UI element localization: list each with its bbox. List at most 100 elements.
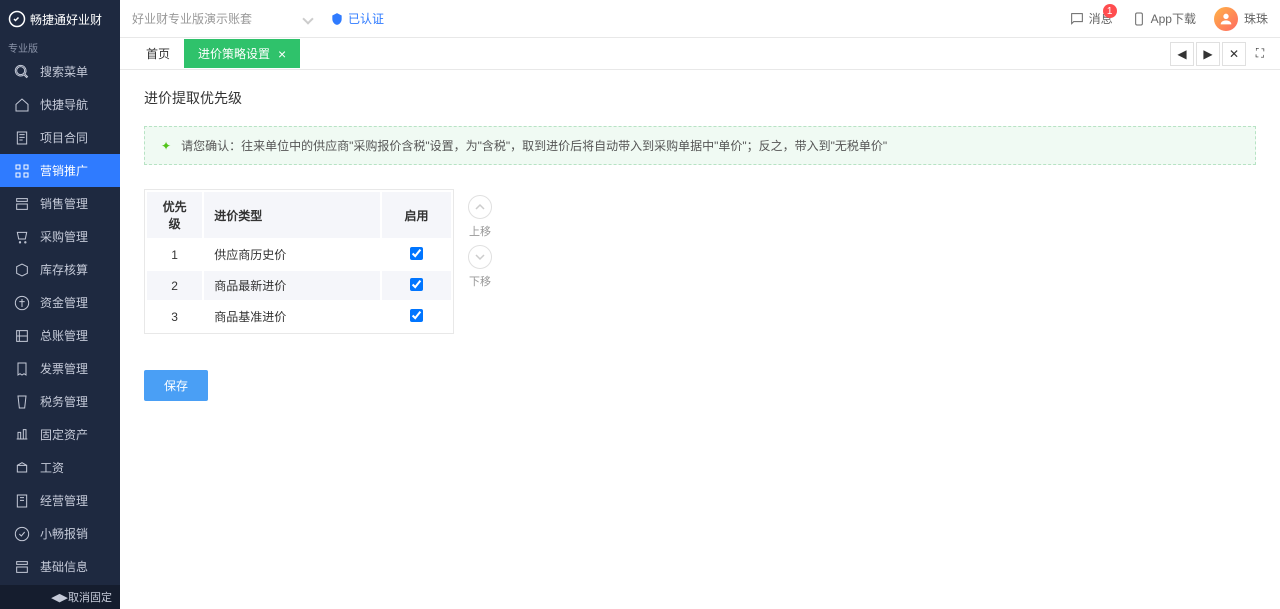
page-title: 进价提取优先级 [144, 88, 1256, 108]
sidebar-item-base[interactable]: 基础信息 [0, 550, 120, 583]
sidebar-item-assets[interactable]: 固定资产 [0, 418, 120, 451]
user-name: 珠珠 [1244, 10, 1268, 27]
tab-home[interactable]: 首页 [132, 39, 184, 68]
invoice-icon [14, 361, 30, 377]
sidebar: 畅捷通好业财 专业版 搜索菜单快捷导航项目合同营销推广销售管理采购管理库存核算资… [0, 0, 120, 609]
sales-icon [14, 196, 30, 212]
sidebar-item-invoice[interactable]: 发票管理 [0, 352, 120, 385]
table-row[interactable]: 2商品最新进价 [147, 271, 451, 300]
messages-button[interactable]: 消息 1 [1069, 10, 1113, 27]
shield-icon [330, 12, 344, 26]
logo-icon [8, 10, 26, 28]
sidebar-item-label: 快捷导航 [40, 96, 88, 113]
sidebar-item-search[interactable]: 搜索菜单 [0, 55, 120, 88]
pin-label: 取消固定 [68, 589, 112, 605]
enable-checkbox[interactable] [410, 247, 423, 260]
table-row[interactable]: 1供应商历史价 [147, 240, 451, 269]
alert-text: 请您确认：往来单位中的供应商"采购报价含税"设置，为"含税"，取到进价后将自动带… [181, 137, 887, 154]
org-selector-label: 好业财专业版演示账套 [132, 10, 252, 27]
contract-icon [14, 130, 30, 146]
cell-type: 供应商历史价 [204, 240, 380, 269]
tabs-bar: 首页 进价策略设置 × ◀ ▶ ✕ ⛶ [120, 38, 1280, 70]
funds-icon [14, 295, 30, 311]
sidebar-item-label: 销售管理 [40, 195, 88, 212]
verified-badge: 已认证 [330, 10, 384, 27]
sidebar-item-label: 基础信息 [40, 558, 88, 575]
marketing-icon [14, 163, 30, 179]
tab-active-label: 进价策略设置 [198, 45, 270, 62]
pin-icon: ◀▶ [51, 591, 68, 604]
avatar [1214, 7, 1238, 31]
table-row[interactable]: 3商品基准进价 [147, 302, 451, 331]
sidebar-item-label: 工资 [40, 459, 64, 476]
chevron-down-icon [475, 252, 485, 262]
sidebar-item-operations[interactable]: 经营管理 [0, 484, 120, 517]
col-priority: 优先级 [147, 192, 202, 238]
sidebar-item-reimburse[interactable]: 小畅报销 [0, 517, 120, 550]
sidebar-item-purchase[interactable]: 采购管理 [0, 220, 120, 253]
move-down-button[interactable] [468, 245, 492, 269]
tabs-close-button[interactable]: ✕ [1222, 42, 1246, 66]
sidebar-item-label: 资金管理 [40, 294, 88, 311]
sidebar-item-contract[interactable]: 项目合同 [0, 121, 120, 154]
enable-checkbox[interactable] [410, 309, 423, 322]
app-download-label: App下载 [1151, 10, 1196, 27]
ledger-icon [14, 328, 30, 344]
info-icon: ✦ [161, 139, 171, 153]
brand-logo: 畅捷通好业财 [0, 0, 120, 38]
sidebar-item-sales[interactable]: 销售管理 [0, 187, 120, 220]
sidebar-item-inventory[interactable]: 库存核算 [0, 253, 120, 286]
tabs-next-button[interactable]: ▶ [1196, 42, 1220, 66]
move-up-button[interactable] [468, 195, 492, 219]
inventory-icon [14, 262, 30, 278]
sidebar-item-funds[interactable]: 资金管理 [0, 286, 120, 319]
salary-icon [14, 460, 30, 476]
sidebar-item-home[interactable]: 快捷导航 [0, 88, 120, 121]
cell-enabled [382, 302, 451, 331]
sidebar-item-label: 固定资产 [40, 426, 88, 443]
purchase-icon [14, 229, 30, 245]
sidebar-item-label: 采购管理 [40, 228, 88, 245]
home-icon [14, 97, 30, 113]
col-type: 进价类型 [204, 192, 380, 238]
save-button[interactable]: 保存 [144, 370, 208, 401]
assets-icon [14, 427, 30, 443]
info-alert: ✦ 请您确认：往来单位中的供应商"采购报价含税"设置，为"含税"，取到进价后将自… [144, 126, 1256, 165]
pin-toggle[interactable]: ◀▶ 取消固定 [0, 585, 120, 609]
sidebar-item-tax[interactable]: 税务管理 [0, 385, 120, 418]
cell-enabled [382, 271, 451, 300]
sidebar-item-label: 库存核算 [40, 261, 88, 278]
tax-icon [14, 394, 30, 410]
sidebar-item-label: 小畅报销 [40, 525, 88, 542]
tabs-prev-button[interactable]: ◀ [1170, 42, 1194, 66]
cell-type: 商品基准进价 [204, 302, 380, 331]
cell-type: 商品最新进价 [204, 271, 380, 300]
tab-active[interactable]: 进价策略设置 × [184, 39, 300, 68]
org-selector[interactable]: 好业财专业版演示账套 [132, 10, 312, 27]
phone-icon [1131, 11, 1147, 27]
tab-close-icon[interactable]: × [278, 46, 286, 62]
enable-checkbox[interactable] [410, 278, 423, 291]
verified-label: 已认证 [348, 10, 384, 27]
brand-name: 畅捷通好业财 [30, 11, 102, 28]
col-enabled: 启用 [382, 192, 451, 238]
operations-icon [14, 493, 30, 509]
topbar: 好业财专业版演示账套 已认证 消息 1 App下载 珠珠 [120, 0, 1280, 38]
cell-priority: 3 [147, 302, 202, 331]
sidebar-item-label: 搜索菜单 [40, 63, 88, 80]
chevron-up-icon [475, 202, 485, 212]
sidebar-item-ledger[interactable]: 总账管理 [0, 319, 120, 352]
sidebar-item-marketing[interactable]: 营销推广 [0, 154, 120, 187]
app-download-button[interactable]: App下载 [1131, 10, 1196, 27]
search-icon [14, 64, 30, 80]
sidebar-item-label: 发票管理 [40, 360, 88, 377]
sidebar-item-label: 营销推广 [40, 162, 88, 179]
chevron-down-icon [302, 13, 313, 24]
messages-badge: 1 [1103, 4, 1117, 18]
sidebar-item-label: 税务管理 [40, 393, 88, 410]
cell-priority: 1 [147, 240, 202, 269]
fullscreen-button[interactable]: ⛶ [1248, 42, 1272, 66]
brand-edition: 专业版 [0, 40, 120, 55]
user-menu[interactable]: 珠珠 [1214, 7, 1268, 31]
sidebar-item-salary[interactable]: 工资 [0, 451, 120, 484]
